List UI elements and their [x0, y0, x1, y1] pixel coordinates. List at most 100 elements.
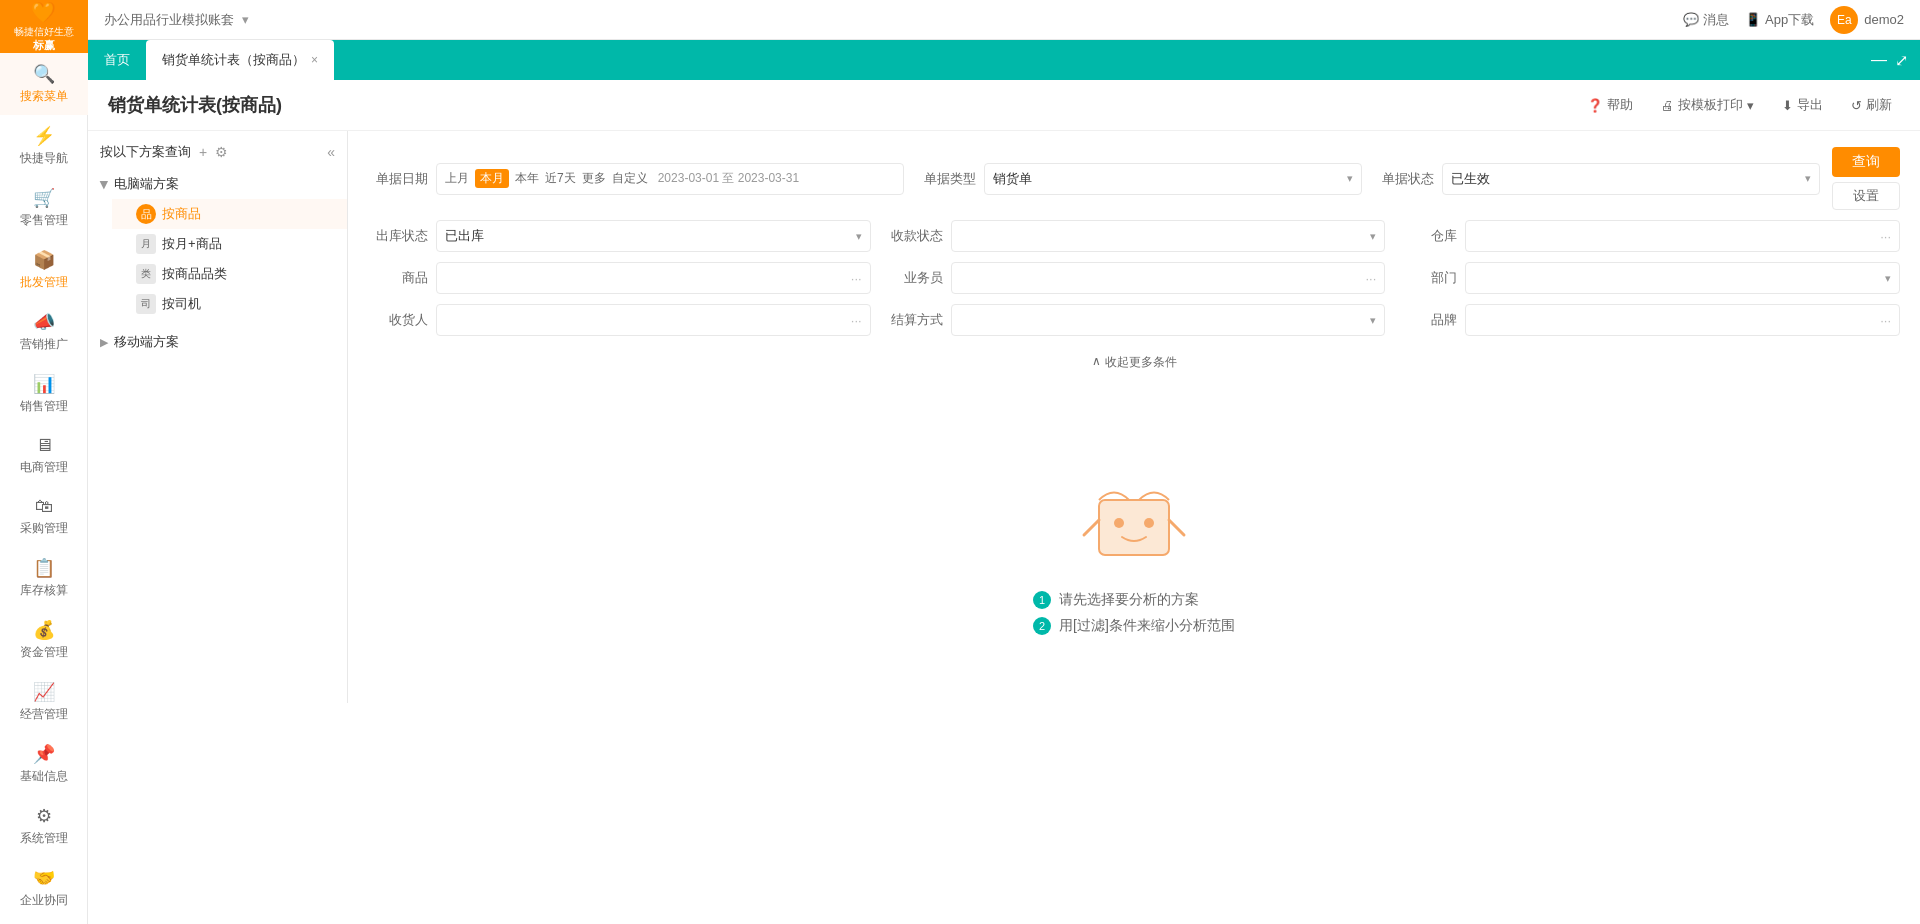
warehouse-status-label: 出库状态 — [368, 227, 428, 245]
department-select[interactable]: ▾ — [1465, 262, 1900, 294]
sidebar-item-wholesale[interactable]: 📦 批发管理 — [0, 239, 88, 301]
page-actions: ❓ 帮助 🖨 按模板打印 ▾ ⬇ 导出 ↺ 刷新 — [1579, 92, 1900, 118]
tab-close-button[interactable]: × — [311, 53, 318, 67]
date-tab-more[interactable]: 更多 — [582, 170, 606, 187]
operations-icon: 📈 — [33, 681, 55, 703]
warehouse-select[interactable]: ··· — [1465, 220, 1900, 252]
sidebar-item-search[interactable]: 🔍 搜索菜单 — [0, 53, 88, 115]
collapse-filters-button[interactable]: ∧ 收起更多条件 — [368, 346, 1900, 379]
brand-dots: ··· — [1880, 313, 1891, 328]
date-tab-7days[interactable]: 近7天 — [545, 170, 576, 187]
tab-home[interactable]: 首页 — [88, 40, 146, 80]
tab-sales-stats[interactable]: 销货单统计表（按商品） × — [146, 40, 334, 80]
mobile-group-label: 移动端方案 — [114, 333, 179, 351]
payment-status-select[interactable]: ▾ — [951, 220, 1386, 252]
date-tab-prev-month[interactable]: 上月 — [445, 170, 469, 187]
panel-collapse-button[interactable]: « — [327, 144, 335, 160]
goods-select[interactable]: ··· — [436, 262, 871, 294]
filter-salesman-cell: 业务员 ··· — [883, 262, 1386, 294]
warehouse-status-chevron: ▾ — [856, 230, 862, 243]
sidebar-quick-label: 快捷导航 — [20, 150, 68, 167]
sales-icon: 📊 — [33, 373, 55, 395]
sidebar-item-basic[interactable]: 📌 基础信息 — [0, 733, 88, 795]
goods-icon: 品 — [136, 204, 156, 224]
tree-item-month-goods-label: 按月+商品 — [162, 235, 222, 253]
left-panel: 按以下方案查询 + ⚙ « ▶ 电脑端方案 品 按商品 — [88, 131, 348, 703]
driver-icon: 司 — [136, 294, 156, 314]
warehouse-status-select[interactable]: 已出库 ▾ — [436, 220, 871, 252]
tree-item-month-goods[interactable]: 月 按月+商品 — [112, 229, 347, 259]
system-icon: ⚙ — [36, 805, 52, 827]
export-button[interactable]: ⬇ 导出 — [1774, 92, 1831, 118]
doc-status-select[interactable]: 已生效 ▾ — [1442, 163, 1820, 195]
tree-item-driver-label: 按司机 — [162, 295, 201, 313]
sidebar-marketing-label: 营销推广 — [20, 336, 68, 353]
filter-warehouse-cell: 仓库 ··· — [1397, 220, 1900, 252]
brand-label: 品牌 — [1397, 311, 1457, 329]
logo-brand: 标赢 — [33, 38, 55, 53]
sidebar-item-marketing[interactable]: 📣 营销推广 — [0, 301, 88, 363]
empty-illustration — [1074, 455, 1194, 575]
panel-settings-button[interactable]: ⚙ — [215, 144, 228, 160]
print-button[interactable]: 🖨 按模板打印 ▾ — [1653, 92, 1762, 118]
receiver-select[interactable]: ··· — [436, 304, 871, 336]
sidebar-item-quick[interactable]: ⚡ 快捷导航 — [0, 115, 88, 177]
date-tab-this-month[interactable]: 本月 — [475, 169, 509, 188]
sidebar-item-purchase[interactable]: 🛍 采购管理 — [0, 486, 88, 547]
sidebar-ecommerce-label: 电商管理 — [20, 459, 68, 476]
brand-select[interactable]: ··· — [1465, 304, 1900, 336]
sidebar-item-enterprise[interactable]: 🤝 企业协同 — [0, 857, 88, 919]
user-info[interactable]: Ea demo2 — [1830, 6, 1904, 34]
goods-dots: ··· — [851, 271, 862, 286]
svg-rect-0 — [1099, 500, 1169, 555]
sidebar-item-finance[interactable]: 💰 资金管理 — [0, 609, 88, 671]
print-dropdown-icon: ▾ — [1747, 98, 1754, 113]
sidebar-item-inventory[interactable]: 📋 库存核算 — [0, 547, 88, 609]
industry-dropdown-icon[interactable]: ▾ — [242, 12, 249, 27]
mobile-group-header[interactable]: ▶ 移动端方案 — [88, 327, 347, 357]
help-label: 帮助 — [1607, 96, 1633, 114]
collapse-up-icon: ∧ — [1092, 354, 1101, 371]
sidebar-item-system[interactable]: ⚙ 系统管理 — [0, 795, 88, 857]
doc-type-select[interactable]: 销货单 ▾ — [984, 163, 1362, 195]
sidebar-item-ecommerce[interactable]: 🖥 电商管理 — [0, 425, 88, 486]
step2-text: 用[过滤]条件来缩小分析范围 — [1059, 617, 1235, 635]
sidebar-inventory-label: 库存核算 — [20, 582, 68, 599]
app-download-button[interactable]: 📱 App下载 — [1745, 11, 1814, 29]
filter-date-cell: 单据日期 上月 本月 本年 近7天 更多 自定义 2023-03-01 至 20… — [368, 163, 904, 195]
tab-maximize-button[interactable]: ⤢ — [1895, 51, 1908, 70]
sidebar-item-sales[interactable]: 📊 销售管理 — [0, 363, 88, 425]
home-label: 首页 — [104, 51, 130, 69]
help-button[interactable]: ❓ 帮助 — [1579, 92, 1641, 118]
empty-svg — [1074, 455, 1194, 575]
tree-item-category[interactable]: 类 按商品品类 — [112, 259, 347, 289]
sidebar-item-operations[interactable]: 📈 经营管理 — [0, 671, 88, 733]
sidebar-wholesale-label: 批发管理 — [20, 274, 68, 291]
tree-item-driver[interactable]: 司 按司机 — [112, 289, 347, 319]
filter-row-2: 出库状态 已出库 ▾ 收款状态 ▾ — [368, 220, 1900, 252]
app-logo[interactable]: 🧡 畅捷信好生意 标赢 — [0, 0, 88, 53]
doc-type-chevron: ▾ — [1347, 172, 1353, 185]
collapse-label: 收起更多条件 — [1105, 354, 1177, 371]
payment-status-label: 收款状态 — [883, 227, 943, 245]
date-filter-input[interactable]: 上月 本月 本年 近7天 更多 自定义 2023-03-01 至 2023-03… — [436, 163, 904, 195]
tab-minimize-button[interactable]: — — [1871, 51, 1887, 69]
date-tab-this-year[interactable]: 本年 — [515, 170, 539, 187]
tree-item-by-goods[interactable]: 品 按商品 — [112, 199, 347, 229]
desktop-group-header[interactable]: ▶ 电脑端方案 — [88, 169, 347, 199]
department-label: 部门 — [1397, 269, 1457, 287]
sidebar-system-label: 系统管理 — [20, 830, 68, 847]
main-area: 办公用品行业模拟账套 ▾ 💬 消息 📱 App下载 Ea demo2 首页 销货… — [88, 0, 1920, 924]
settlement-select[interactable]: ▾ — [951, 304, 1386, 336]
panel-add-button[interactable]: + — [199, 144, 207, 160]
message-button[interactable]: 💬 消息 — [1683, 11, 1729, 29]
top-bar: 办公用品行业模拟账套 ▾ 💬 消息 📱 App下载 Ea demo2 — [88, 0, 1920, 40]
filter-settlement-cell: 结算方式 ▾ — [883, 304, 1386, 336]
query-button[interactable]: 查询 — [1832, 147, 1900, 177]
sidebar-item-newbie[interactable]: 🎓 新手引导 — [0, 919, 88, 924]
salesman-select[interactable]: ··· — [951, 262, 1386, 294]
refresh-button[interactable]: ↺ 刷新 — [1843, 92, 1900, 118]
date-tab-custom[interactable]: 自定义 — [612, 170, 648, 187]
settings-button[interactable]: 设置 — [1832, 182, 1900, 210]
sidebar-item-retail[interactable]: 🛒 零售管理 — [0, 177, 88, 239]
